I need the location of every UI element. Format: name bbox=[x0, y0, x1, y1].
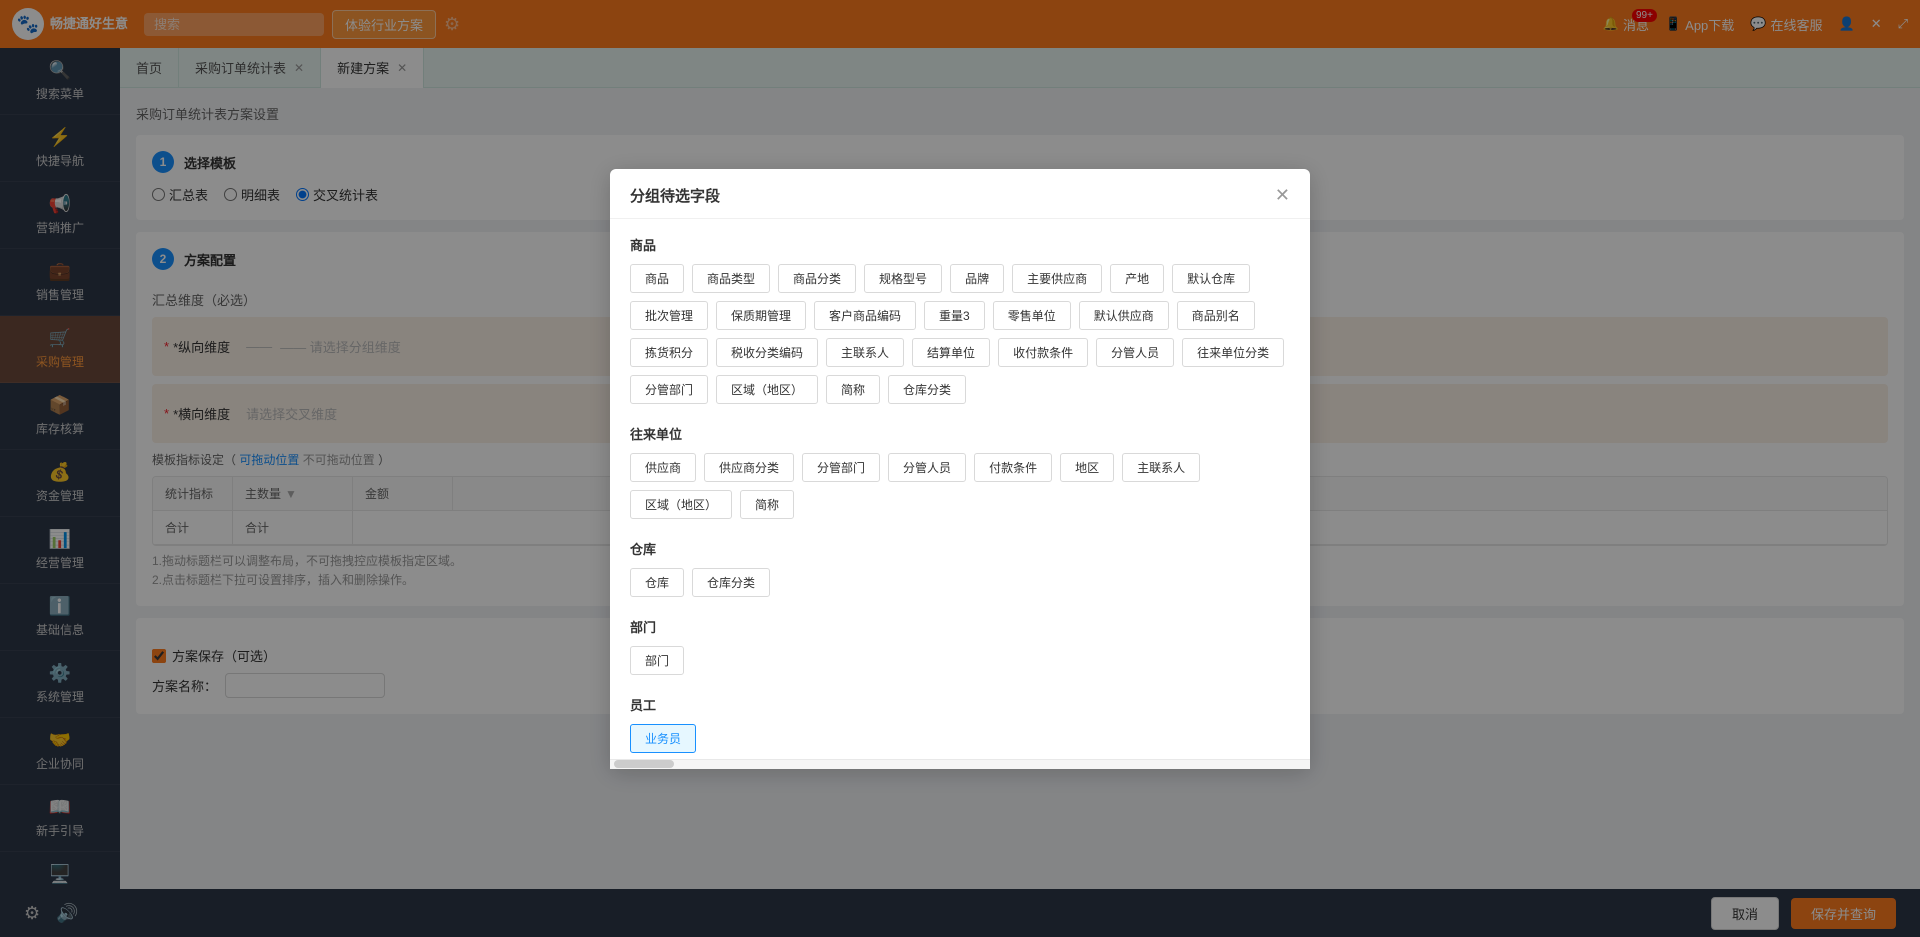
section-warehouse: 仓库 仓库 仓库分类 bbox=[630, 539, 1290, 597]
tag-batch-mgmt[interactable]: 批次管理 bbox=[630, 301, 708, 330]
section-goods: 商品 商品 商品类型 商品分类 规格型号 品牌 主要供应商 产地 默认仓库 批次… bbox=[630, 235, 1290, 404]
tag-quality-mgmt[interactable]: 保质期管理 bbox=[716, 301, 806, 330]
section-dept: 部门 部门 bbox=[630, 617, 1290, 675]
tag-goods-alias[interactable]: 商品别名 bbox=[1177, 301, 1255, 330]
tag-origin[interactable]: 产地 bbox=[1110, 264, 1164, 293]
tag-customer-code[interactable]: 客户商品编码 bbox=[814, 301, 916, 330]
tag-main-contact[interactable]: 主联系人 bbox=[826, 338, 904, 367]
dept-field-tags: 部门 bbox=[630, 646, 1290, 675]
tag-wh[interactable]: 仓库 bbox=[630, 568, 684, 597]
tag-short-name[interactable]: 简称 bbox=[826, 375, 880, 404]
tag-person[interactable]: 分管人员 bbox=[888, 453, 966, 482]
section-goods-title: 商品 bbox=[630, 235, 1290, 254]
tag-warehouse-cat[interactable]: 仓库分类 bbox=[888, 375, 966, 404]
section-partner-title: 往来单位 bbox=[630, 424, 1290, 443]
tag-supplier[interactable]: 供应商 bbox=[630, 453, 696, 482]
modal-overlay: 分组待选字段 ✕ 商品 商品 商品类型 商品分类 规格型号 品牌 主要供应商 产… bbox=[0, 0, 1920, 937]
section-employee-title: 员工 bbox=[630, 695, 1290, 714]
section-employee: 员工 业务员 bbox=[630, 695, 1290, 753]
tag-supplier-cat[interactable]: 供应商分类 bbox=[704, 453, 794, 482]
scroll-thumb bbox=[614, 760, 674, 768]
warehouse-field-tags: 仓库 仓库分类 bbox=[630, 568, 1290, 597]
goods-field-tags: 商品 商品类型 商品分类 规格型号 品牌 主要供应商 产地 默认仓库 批次管理 … bbox=[630, 264, 1290, 404]
tag-goods-category[interactable]: 商品分类 bbox=[778, 264, 856, 293]
tag-salesperson[interactable]: 业务员 bbox=[630, 724, 696, 753]
modal-scrollbar[interactable] bbox=[610, 759, 1310, 769]
section-dept-title: 部门 bbox=[630, 617, 1290, 636]
tag-retail-unit[interactable]: 零售单位 bbox=[993, 301, 1071, 330]
tag-region2[interactable]: 区域（地区） bbox=[630, 490, 732, 519]
tag-contact[interactable]: 主联系人 bbox=[1122, 453, 1200, 482]
tag-area[interactable]: 地区 bbox=[1060, 453, 1114, 482]
employee-field-tags: 业务员 bbox=[630, 724, 1290, 753]
tag-dept-in-charge[interactable]: 分管部门 bbox=[630, 375, 708, 404]
tag-settle-unit[interactable]: 结算单位 bbox=[912, 338, 990, 367]
tag-main-supplier[interactable]: 主要供应商 bbox=[1012, 264, 1102, 293]
tag-goods-type[interactable]: 商品类型 bbox=[692, 264, 770, 293]
tag-dept[interactable]: 分管部门 bbox=[802, 453, 880, 482]
tag-tax-code[interactable]: 税收分类编码 bbox=[716, 338, 818, 367]
tag-region[interactable]: 区域（地区） bbox=[716, 375, 818, 404]
tag-brand[interactable]: 品牌 bbox=[950, 264, 1004, 293]
tag-goods[interactable]: 商品 bbox=[630, 264, 684, 293]
section-warehouse-title: 仓库 bbox=[630, 539, 1290, 558]
tag-pick-points[interactable]: 拣货积分 bbox=[630, 338, 708, 367]
tag-payment-terms[interactable]: 收付款条件 bbox=[998, 338, 1088, 367]
section-partner: 往来单位 供应商 供应商分类 分管部门 分管人员 付款条件 地区 主联系人 区域… bbox=[630, 424, 1290, 519]
tag-pay-terms[interactable]: 付款条件 bbox=[974, 453, 1052, 482]
modal-close-btn[interactable]: ✕ bbox=[1275, 186, 1290, 204]
modal-title: 分组待选字段 bbox=[630, 185, 720, 206]
partner-field-tags: 供应商 供应商分类 分管部门 分管人员 付款条件 地区 主联系人 区域（地区） … bbox=[630, 453, 1290, 519]
modal-body: 商品 商品 商品类型 商品分类 规格型号 品牌 主要供应商 产地 默认仓库 批次… bbox=[610, 219, 1310, 759]
tag-department[interactable]: 部门 bbox=[630, 646, 684, 675]
tag-abbr[interactable]: 简称 bbox=[740, 490, 794, 519]
tag-default-supplier[interactable]: 默认供应商 bbox=[1079, 301, 1169, 330]
tag-default-warehouse[interactable]: 默认仓库 bbox=[1172, 264, 1250, 293]
modal-dialog: 分组待选字段 ✕ 商品 商品 商品类型 商品分类 规格型号 品牌 主要供应商 产… bbox=[610, 169, 1310, 769]
tag-partner-category[interactable]: 往来单位分类 bbox=[1182, 338, 1284, 367]
modal-header: 分组待选字段 ✕ bbox=[610, 169, 1310, 219]
tag-manager[interactable]: 分管人员 bbox=[1096, 338, 1174, 367]
tag-weight[interactable]: 重量3 bbox=[924, 301, 985, 330]
tag-spec[interactable]: 规格型号 bbox=[864, 264, 942, 293]
tag-wh-cat[interactable]: 仓库分类 bbox=[692, 568, 770, 597]
